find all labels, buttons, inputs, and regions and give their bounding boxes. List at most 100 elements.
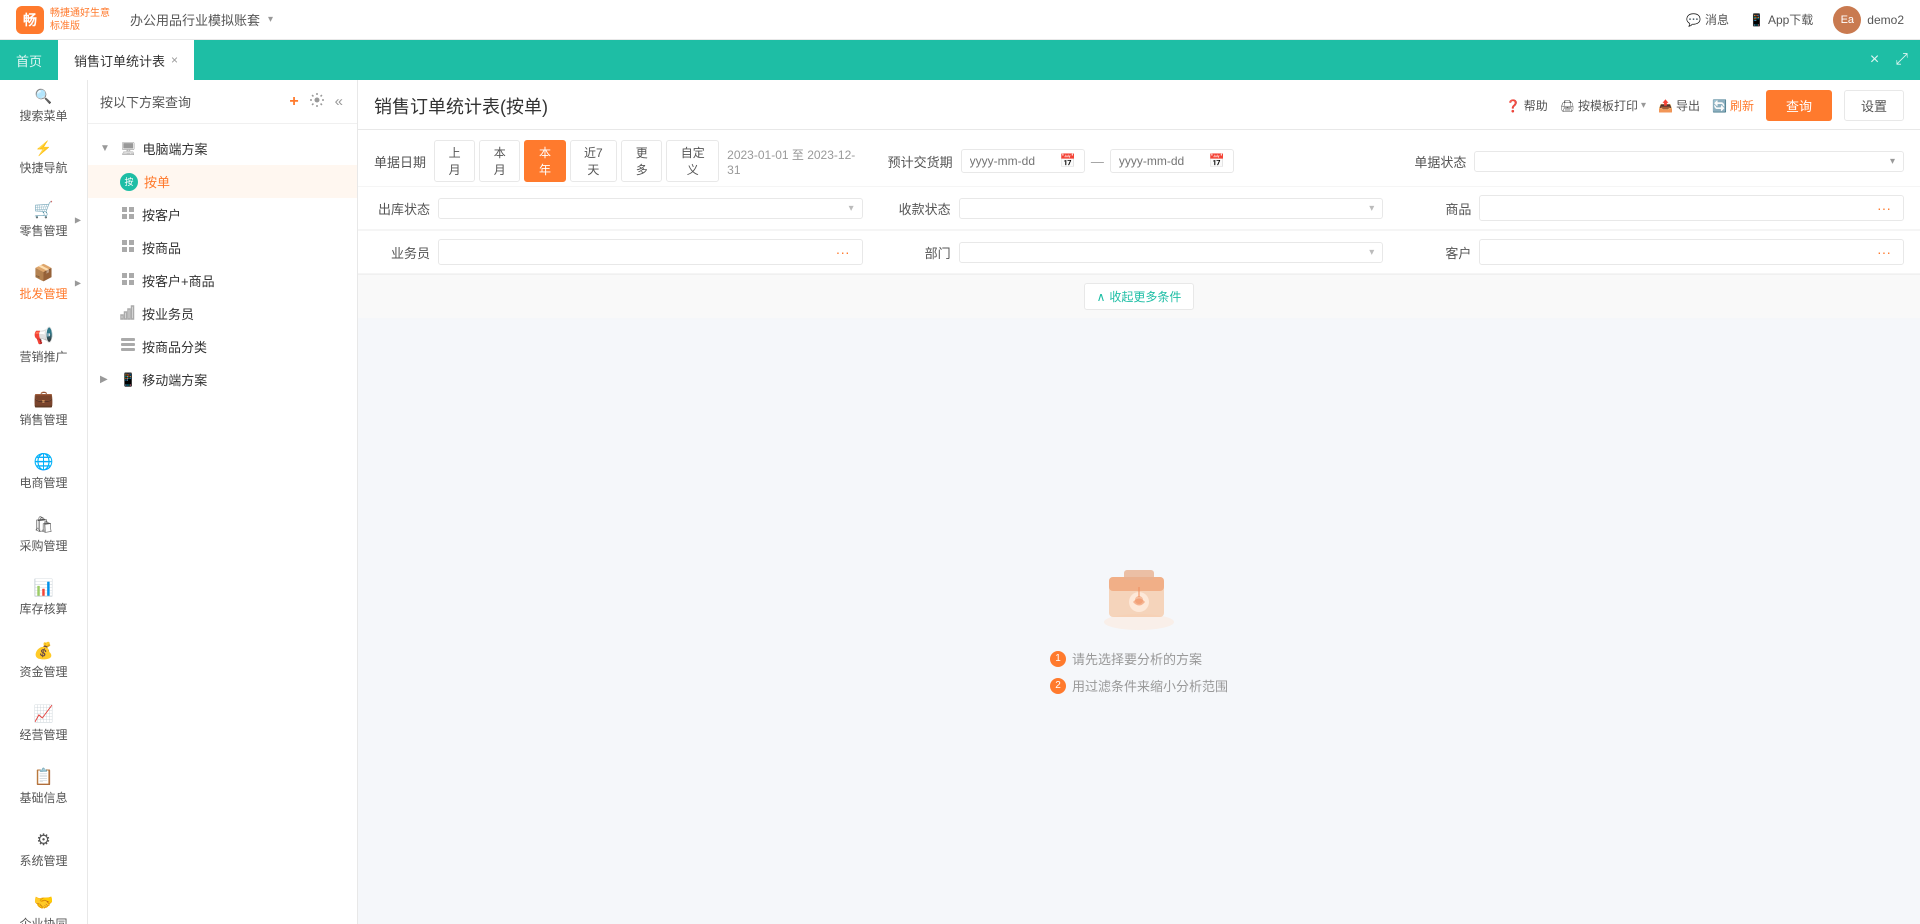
dept-select[interactable]: ▾ (959, 242, 1384, 263)
print-btn[interactable]: 🖨 按模板打印 ▾ (1560, 97, 1646, 114)
by-order-label: 按单 (144, 172, 170, 191)
app-download-action[interactable]: 📱 App下载 (1749, 11, 1813, 28)
cooperation-icon: 🤝 (34, 893, 54, 913)
sales-label: 销售管理 (19, 411, 67, 428)
window-close-btn[interactable]: × (1866, 47, 1883, 73)
collapse-conditions-btn[interactable]: ∧ 收起更多条件 (1084, 283, 1195, 310)
delivery-status-label: 出库状态 (374, 199, 430, 218)
tree-item-by-cust-prod[interactable]: 按客户+商品 (88, 264, 357, 297)
delivery-status-select[interactable]: ▾ (438, 198, 863, 219)
logo-area: 畅 畅捷通好生意 标准版 (16, 6, 110, 34)
tab-close-icon[interactable]: × (171, 53, 178, 67)
empty-hint-2: 2 用过滤条件来缩小分析范围 (1050, 676, 1228, 695)
salesperson-more-btn[interactable]: ··· (832, 244, 854, 260)
sidebar-item-marketing[interactable]: 📢 营销推广 (0, 314, 87, 377)
export-label: 导出 (1676, 97, 1700, 114)
export-btn[interactable]: 📤 导出 (1658, 97, 1700, 114)
sales-icon: 💼 (34, 389, 54, 409)
sidebar-item-operation[interactable]: 📈 经营管理 (0, 692, 87, 755)
app-download-label: App下载 (1768, 11, 1813, 28)
top-bar-right: 💬 消息 📱 App下载 Ea demo2 (1686, 6, 1904, 34)
sidebar-item-sales[interactable]: 💼 销售管理 (0, 377, 87, 440)
sidebar-item-ecommerce[interactable]: 🌐 电商管理 (0, 440, 87, 503)
settings-scheme-btn[interactable] (307, 90, 327, 113)
payment-status-select[interactable]: ▾ (959, 198, 1384, 219)
print-dropdown-icon[interactable]: ▾ (1641, 100, 1646, 111)
salesperson-select[interactable]: ··· (438, 239, 863, 265)
date-label: 单据日期 (374, 152, 426, 171)
customer-item: 客户 ··· (1399, 231, 1920, 274)
top-bar: 畅 畅捷通好生意 标准版 办公用品行业模拟账套 ▾ 💬 消息 📱 App下载 E… (0, 0, 1920, 40)
btn-custom[interactable]: 自定义 (666, 140, 719, 182)
tree-item-by-category[interactable]: 按商品分类 (88, 330, 357, 363)
tab-sales-order-stats-label: 销售订单统计表 (74, 51, 165, 70)
by-cust-prod-label: 按客户+商品 (142, 271, 215, 290)
sidebar-item-cooperation[interactable]: 🤝 企业协同 (0, 881, 87, 924)
sidebar-item-system[interactable]: ⚙ 系统管理 (0, 818, 87, 881)
sidebar-item-inventory[interactable]: 📊 库存核算 (0, 566, 87, 629)
btn-prev-month[interactable]: 上月 (434, 140, 475, 182)
user-area[interactable]: Ea demo2 (1833, 6, 1904, 34)
btn-last-7[interactable]: 近7天 (570, 140, 618, 182)
customer-select[interactable]: ··· (1479, 239, 1904, 265)
salesperson-label: 业务员 (374, 243, 430, 262)
sidebar-item-retail[interactable]: 🛒 零售管理 (0, 188, 87, 251)
print-icon: 🖨 (1560, 99, 1575, 113)
ecommerce-icon: 🌐 (34, 452, 54, 472)
tree-toggle-mobile[interactable]: ▶ (100, 374, 114, 385)
status-select-arrow: ▾ (1890, 156, 1895, 167)
status-select[interactable]: ▾ (1474, 151, 1904, 172)
basic-icon: 📋 (34, 767, 54, 787)
product-select[interactable]: ··· (1479, 195, 1904, 221)
calendar-icon-2[interactable]: 📅 (1209, 153, 1225, 169)
date-range-text: 2023-01-01 至 2023-12-31 (727, 146, 864, 177)
calendar-icon-1[interactable]: 📅 (1060, 153, 1076, 169)
tree-group-pc[interactable]: ▼ 🖥 电脑端方案 (88, 132, 357, 165)
marketing-icon: 📢 (34, 326, 54, 346)
sidebar-item-purchase[interactable]: 🛍 采购管理 (0, 503, 87, 566)
refresh-btn[interactable]: 🔄 刷新 (1712, 97, 1754, 114)
tree-group-mobile[interactable]: ▶ 📱 移动端方案 (88, 363, 357, 396)
tree-item-by-salesperson[interactable]: 按业务员 (88, 297, 357, 330)
product-label: 商品 (1415, 199, 1471, 218)
product-more-btn[interactable]: ··· (1873, 200, 1895, 216)
quick-nav-icon: ⚡ (35, 140, 52, 157)
top-title-dropdown[interactable]: ▾ (268, 14, 273, 25)
expected-date-from-input[interactable] (970, 154, 1060, 168)
btn-this-year[interactable]: 本年 (524, 140, 565, 182)
sidebar-item-wholesale[interactable]: 📦 批发管理 (0, 251, 87, 314)
add-scheme-btn[interactable]: + (287, 91, 300, 113)
tree-item-by-customer[interactable]: 按客户 (88, 198, 357, 231)
tab-home[interactable]: 首页 (0, 40, 58, 80)
tree-item-by-product[interactable]: 按商品 (88, 231, 357, 264)
collapse-panel-btn[interactable]: « (333, 91, 345, 112)
btn-more[interactable]: 更多 (621, 140, 662, 182)
wholesale-icon: 📦 (34, 263, 54, 283)
btn-this-month[interactable]: 本月 (479, 140, 520, 182)
tree-toggle-pc[interactable]: ▼ (100, 143, 114, 154)
sidebar-item-finance[interactable]: 💰 资金管理 (0, 629, 87, 692)
page-header-actions: ❓ 帮助 🖨 按模板打印 ▾ 📤 导出 🔄 刷新 (1506, 90, 1904, 121)
user-name: demo2 (1867, 13, 1904, 27)
settings-btn[interactable]: 设置 (1844, 90, 1904, 121)
message-action[interactable]: 💬 消息 (1686, 11, 1729, 28)
expected-date-inputs: 📅 — 📅 (961, 149, 1391, 173)
window-maximize-btn[interactable]: ⤢ (1891, 47, 1912, 73)
tab-bar-right: × ⤢ (1866, 47, 1920, 73)
by-customer-label: 按客户 (142, 205, 181, 224)
left-panel-title: 按以下方案查询 (100, 92, 281, 111)
sidebar-search[interactable]: 🔍 搜索菜单 (0, 80, 87, 132)
delivery-status-arrow: ▾ (849, 203, 854, 214)
sidebar-quick-nav[interactable]: ⚡ 快捷导航 (0, 132, 87, 184)
help-btn[interactable]: ❓ 帮助 (1506, 97, 1548, 114)
sidebar-item-basic[interactable]: 📋 基础信息 (0, 755, 87, 818)
customer-more-btn[interactable]: ··· (1873, 244, 1895, 260)
marketing-label: 营销推广 (19, 348, 67, 365)
hint-text-1: 请先选择要分析的方案 (1072, 649, 1202, 668)
tree-item-by-order[interactable]: 按 按单 (88, 165, 357, 198)
tab-sales-order-stats[interactable]: 销售订单统计表 × (58, 40, 194, 80)
by-order-icon: 按 (120, 173, 138, 191)
query-btn[interactable]: 查询 (1766, 90, 1832, 121)
retail-icon: 🛒 (34, 200, 54, 220)
expected-date-to-input[interactable] (1119, 154, 1209, 168)
